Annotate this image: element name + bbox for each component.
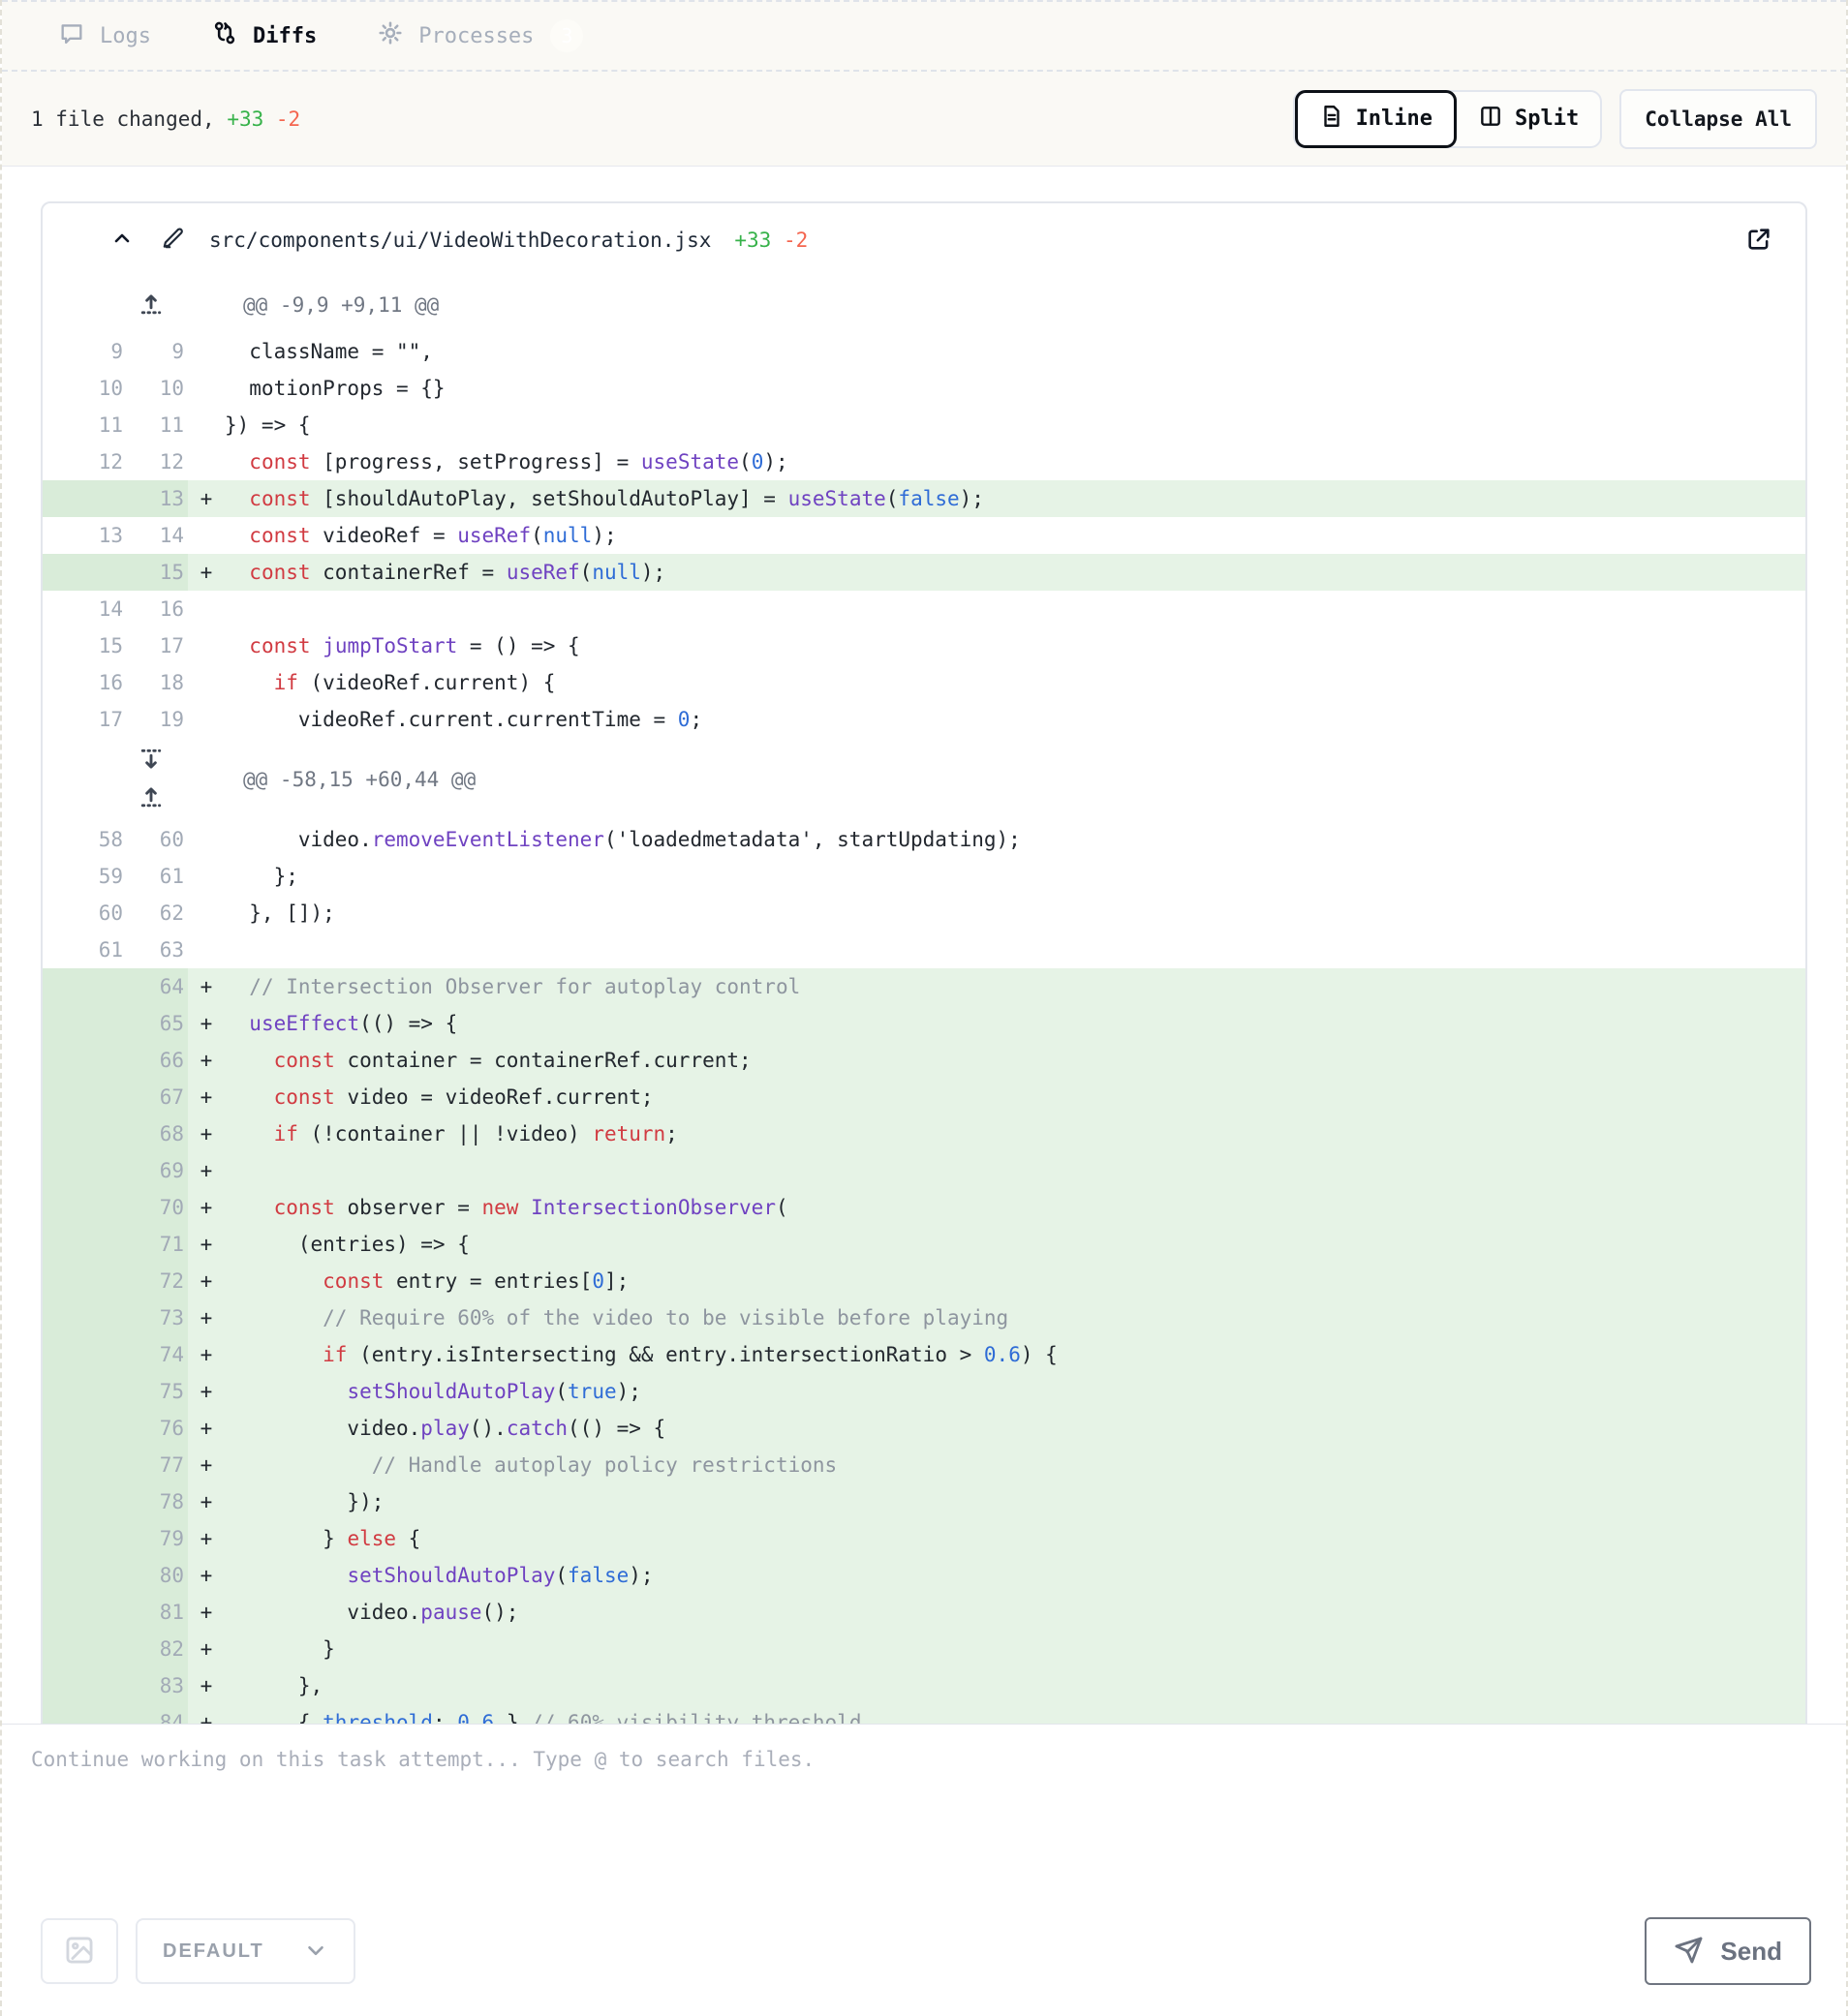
diff-line: 70 + const observer = new IntersectionObs… bbox=[43, 1189, 1805, 1226]
diff-line: 83 + }, bbox=[43, 1667, 1805, 1704]
toolbar-actions: Inline Split Collapse All bbox=[1292, 88, 1817, 149]
file-stats: +33 -2 bbox=[734, 229, 808, 252]
diff-line: 80 + setShouldAutoPlay(false); bbox=[43, 1557, 1805, 1594]
composer: DEFAULT Send bbox=[2, 1724, 1846, 2016]
chevron-down-icon bbox=[303, 1938, 328, 1966]
diff-line: 82 + } bbox=[43, 1631, 1805, 1667]
diff-line: 99 className = "", bbox=[110, 340, 433, 363]
git-compare-icon bbox=[211, 19, 238, 52]
diff-line: 81 + video.pause(); bbox=[43, 1594, 1805, 1631]
diff-line: 72 + const entry = entries[0]; bbox=[43, 1263, 1805, 1299]
diff-line: 11 11}) => { bbox=[98, 413, 311, 437]
diff-line: 68 + if (!container || !video) return; bbox=[43, 1115, 1805, 1152]
chevron-up-icon bbox=[110, 228, 134, 254]
view-mode-toggle: Inline Split bbox=[1292, 89, 1603, 148]
split-columns-icon bbox=[1478, 104, 1503, 135]
header: Logs Diffs Processes 3 1 file changed, +… bbox=[2, 0, 1846, 167]
diff-line: 64 + // Intersection Observer for autopla… bbox=[43, 968, 1805, 1005]
external-link-icon bbox=[1745, 226, 1772, 256]
diff-line: 65 + useEffect(() => { bbox=[43, 1005, 1805, 1042]
collapse-file-button[interactable] bbox=[107, 224, 138, 258]
diff-line: 67 + const video = videoRef.current; bbox=[43, 1079, 1805, 1115]
hunk-header-text: @@ -58,15 +60,44 @@ bbox=[243, 768, 477, 791]
diff-line: 84 + { threshold: 0.6 } // 60% visibility… bbox=[43, 1704, 1805, 1726]
send-button[interactable]: Send bbox=[1645, 1917, 1811, 1985]
expand-up-button[interactable] bbox=[137, 782, 166, 814]
file-diff-card: src/components/ui/VideoWithDecoration.js… bbox=[41, 201, 1807, 1726]
tab-diffs[interactable]: Diffs bbox=[211, 19, 317, 52]
open-file-button[interactable] bbox=[1741, 222, 1776, 260]
expand-down-button[interactable] bbox=[137, 745, 166, 777]
diff-line: 74 + if (entry.isIntersecting && entry.in… bbox=[43, 1336, 1805, 1373]
tab-label: Logs bbox=[100, 23, 151, 48]
diff-toolbar: 1 file changed, +33 -2 Inline Split Coll… bbox=[2, 72, 1846, 167]
diff-line: 78 + }); bbox=[43, 1483, 1805, 1520]
diff-line: 58 60 video.removeEventListener('loadedme… bbox=[98, 828, 1021, 851]
tab-logs[interactable]: Logs bbox=[58, 19, 151, 52]
diff-line: 13 + const [shouldAutoPlay, setShouldAuto… bbox=[43, 480, 1805, 517]
collapse-all-button[interactable]: Collapse All bbox=[1619, 88, 1817, 149]
diff-line: 12 12 const [progress, setProgress] = use… bbox=[98, 450, 788, 473]
deletions-count: -2 bbox=[275, 107, 301, 131]
file-path: src/components/ui/VideoWithDecoration.js… bbox=[209, 229, 712, 252]
gear-icon bbox=[377, 19, 404, 52]
diff-line: 15 + const containerRef = useRef(null); bbox=[43, 554, 1805, 591]
expand-up-icon bbox=[137, 290, 166, 321]
split-label: Split bbox=[1515, 107, 1580, 131]
diff-line: 10 10 motionProps = {} bbox=[98, 377, 446, 400]
diff-line: 79 + } else { bbox=[43, 1520, 1805, 1557]
inline-view-button[interactable]: Inline bbox=[1294, 89, 1458, 148]
diff-line: 69 + bbox=[43, 1152, 1805, 1189]
composer-toolbar: DEFAULT Send bbox=[41, 1917, 1811, 1985]
diff-line: 13 14 const videoRef = useRef(null); bbox=[98, 524, 617, 547]
variant-label: DEFAULT bbox=[163, 1940, 264, 1962]
tab-label: Diffs bbox=[252, 23, 318, 48]
diff-line: 61 63 bbox=[98, 938, 184, 962]
diff-line: 60 62 }, []); bbox=[98, 901, 335, 925]
additions-count: +33 bbox=[227, 107, 264, 131]
diff-line: 73 + // Require 60% of the video to be vi… bbox=[43, 1299, 1805, 1336]
pencil-icon bbox=[161, 226, 186, 255]
diff-scroll-area[interactable]: src/components/ui/VideoWithDecoration.js… bbox=[2, 167, 1846, 1726]
tab-bar: Logs Diffs Processes 3 bbox=[2, 2, 1846, 72]
diff-body: @@ -9,9 +9,11 @@ 9 9 className = "", 10 10 m… bbox=[43, 277, 1805, 1726]
diff-line: 15 17 const jumpToStart = () => { bbox=[98, 634, 580, 657]
diff-line: 16 18 if (videoRef.current) { bbox=[98, 671, 556, 694]
file-diff-header: src/components/ui/VideoWithDecoration.js… bbox=[43, 203, 1805, 277]
expand-down-icon bbox=[137, 745, 166, 777]
hunk-header-text: @@ -9,9 +9,11 @@ bbox=[243, 293, 440, 317]
diff-line: 66 + const container = containerRef.curre… bbox=[43, 1042, 1805, 1079]
file-lines-icon bbox=[1319, 104, 1344, 135]
message-input[interactable] bbox=[31, 1748, 1811, 1893]
image-icon bbox=[63, 1934, 96, 1970]
app-window: Logs Diffs Processes 3 1 file changed, +… bbox=[0, 0, 1848, 2016]
diff-line: 14 16 bbox=[98, 597, 184, 621]
tab-label: Processes bbox=[418, 23, 535, 48]
attach-image-button[interactable] bbox=[41, 1918, 118, 1984]
expand-up-button[interactable] bbox=[137, 290, 166, 321]
changes-summary: 1 file changed, +33 -2 bbox=[31, 107, 300, 131]
chat-square-icon bbox=[58, 19, 85, 52]
diff-line: 71 + (entries) => { bbox=[43, 1226, 1805, 1263]
processes-count-badge: 3 bbox=[550, 19, 584, 52]
hunk-header-row: @@ -58,15 +60,44 @@ bbox=[43, 738, 1805, 821]
variant-select[interactable]: DEFAULT bbox=[136, 1918, 355, 1984]
paper-plane-icon bbox=[1674, 1935, 1705, 1969]
diff-line: 76 + video.play().catch(() => { bbox=[43, 1410, 1805, 1447]
diff-line: 75 + setShouldAutoPlay(true); bbox=[43, 1373, 1805, 1410]
tab-processes[interactable]: Processes 3 bbox=[377, 19, 584, 52]
diff-line: 77 + // Handle autoplay policy restrictio… bbox=[43, 1447, 1805, 1483]
expand-up-icon bbox=[137, 782, 166, 814]
inline-label: Inline bbox=[1355, 107, 1433, 131]
file-deletions: -2 bbox=[783, 229, 809, 252]
hunk-header-row: @@ -9,9 +9,11 @@ bbox=[43, 277, 1805, 333]
split-view-button[interactable]: Split bbox=[1457, 90, 1600, 148]
file-additions: +33 bbox=[734, 229, 772, 252]
diff-line: 59 61 }; bbox=[98, 865, 298, 888]
diff-line: 17 19 videoRef.current.currentTime = 0; bbox=[98, 708, 703, 731]
send-label: Send bbox=[1720, 1936, 1782, 1966]
changes-text: 1 file changed, bbox=[31, 107, 215, 131]
